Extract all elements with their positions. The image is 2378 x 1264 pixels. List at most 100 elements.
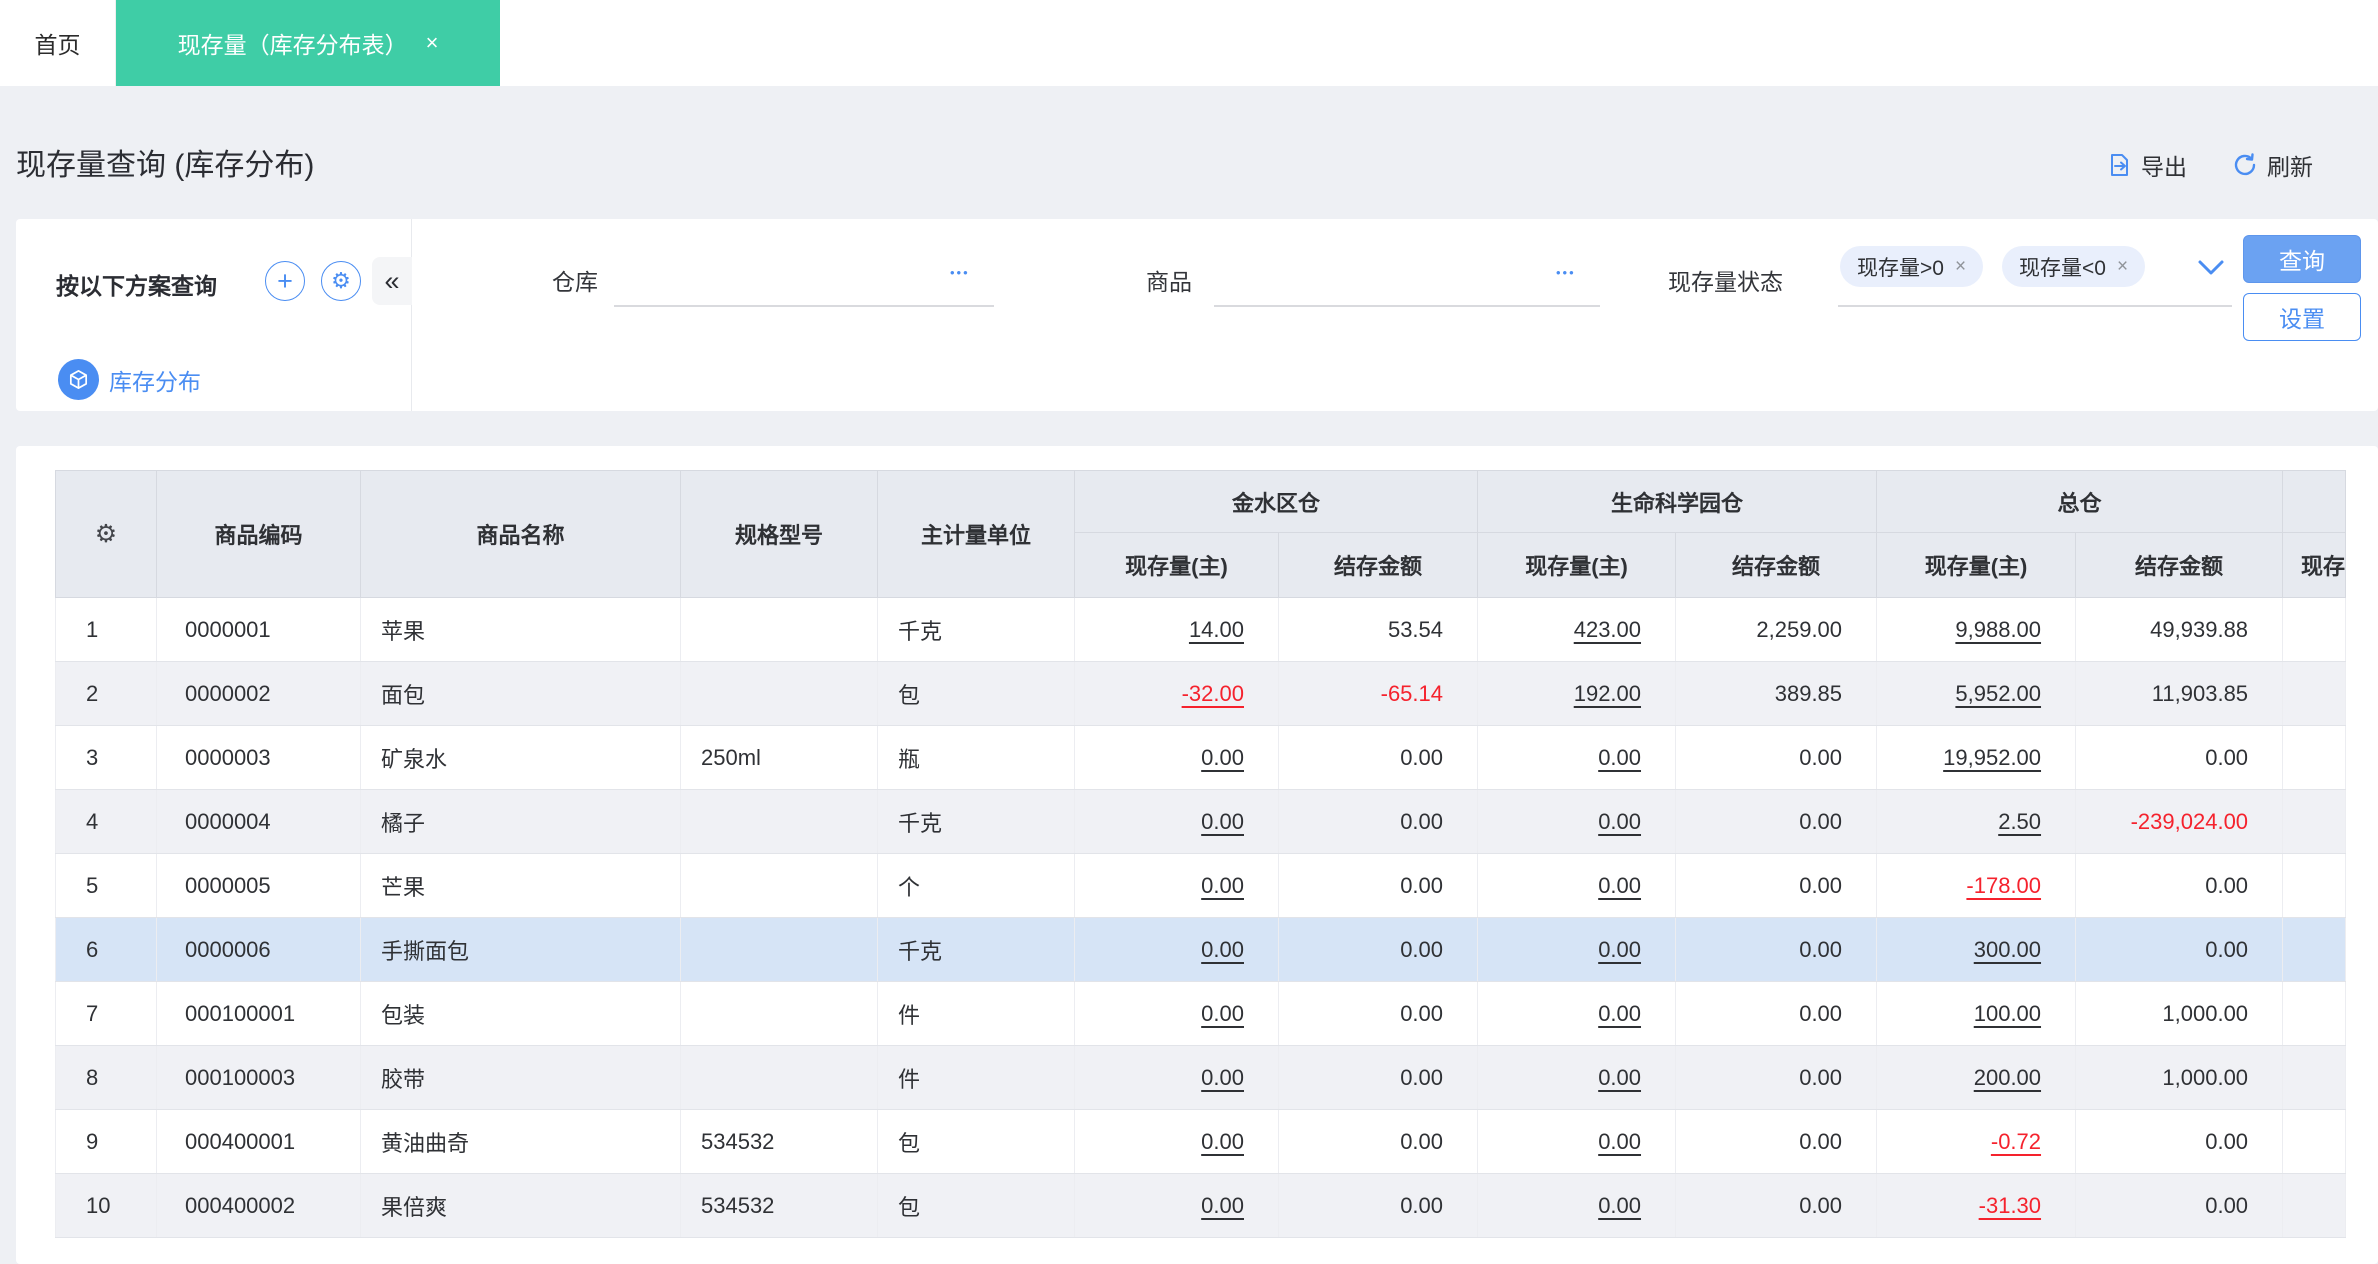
- scheme-item-inventory-distribution[interactable]: 库存分布: [58, 359, 201, 400]
- table-row[interactable]: 1 0000001 苹果 千克 14.00 53.54 423.00 2,259.00 9,98…: [55, 597, 2347, 662]
- stock-status-input[interactable]: [1838, 305, 2232, 307]
- product-picker-dots-icon[interactable]: •••: [1556, 265, 1576, 280]
- sub-header-qty-clipped: 现存量(主): [2282, 532, 2347, 598]
- item-unit-cell: 包: [877, 1109, 1075, 1174]
- sub-header-qty: 现存量(主): [1074, 532, 1279, 598]
- item-name-cell: 矿泉水: [360, 725, 681, 790]
- qty-link[interactable]: 0.00: [1598, 1065, 1641, 1090]
- qty-link[interactable]: 0.00: [1598, 745, 1641, 770]
- qty-link[interactable]: 200.00: [1974, 1065, 2041, 1090]
- item-code-cell: 0000005: [156, 853, 361, 918]
- warehouse-picker-dots-icon[interactable]: •••: [950, 265, 970, 280]
- item-name-cell: 手撕面包: [360, 917, 681, 982]
- table-row[interactable]: 7 000100001 包装 件 0.00 0.00 0.00 0.00 100.00 1,000…: [55, 981, 2347, 1046]
- product-input[interactable]: [1214, 305, 1600, 307]
- qty-link[interactable]: 5,952.00: [1955, 681, 2041, 706]
- amount-cell: 0.00: [1675, 725, 1878, 790]
- qty-link[interactable]: 9,988.00: [1955, 617, 2041, 642]
- qty-link[interactable]: 0.00: [1201, 937, 1244, 962]
- filter-tag-positive[interactable]: 现存量>0 ×: [1840, 246, 1984, 287]
- table-row[interactable]: 2 0000002 面包 包 -32.00 -65.14 192.00 389.85 5,952…: [55, 661, 2347, 726]
- table-body: 1 0000001 苹果 千克 14.00 53.54 423.00 2,259.00 9,98…: [55, 597, 2347, 1238]
- amount-cell: 1,000.00: [2075, 981, 2284, 1046]
- qty-link[interactable]: 300.00: [1974, 937, 2041, 962]
- qty-link[interactable]: 100.00: [1974, 1001, 2041, 1026]
- filter-tag-negative[interactable]: 现存量<0 ×: [2002, 246, 2146, 287]
- qty-link[interactable]: 0.00: [1201, 1001, 1244, 1026]
- qty-link[interactable]: 14.00: [1189, 617, 1244, 642]
- item-code-cell: 000100003: [156, 1045, 361, 1110]
- qty-link[interactable]: 0.00: [1201, 873, 1244, 898]
- qty-link[interactable]: 0.00: [1598, 1001, 1641, 1026]
- table-row[interactable]: 9 000400001 黄油曲奇 534532 包 0.00 0.00 0.00 0.00 -0.…: [55, 1109, 2347, 1174]
- add-scheme-button[interactable]: +: [265, 261, 305, 301]
- qty-link[interactable]: 19,952.00: [1943, 745, 2041, 770]
- row-index: 6: [55, 917, 157, 982]
- qty-link[interactable]: 0.00: [1201, 809, 1244, 834]
- collapse-icon: «: [384, 265, 400, 296]
- collapse-panel-button[interactable]: «: [372, 257, 412, 305]
- close-tab-icon[interactable]: ×: [426, 30, 439, 56]
- export-button[interactable]: 导出: [2106, 148, 2187, 182]
- row-index: 3: [55, 725, 157, 790]
- remove-tag-icon[interactable]: ×: [1955, 256, 1966, 278]
- qty-link[interactable]: 0.00: [1201, 1193, 1244, 1218]
- qty-cell: 100.00: [1876, 981, 2077, 1046]
- query-button[interactable]: 查询: [2243, 235, 2361, 283]
- gear-icon: ⚙: [331, 268, 351, 293]
- sub-header-amount: 结存金额: [1277, 532, 1479, 598]
- chevron-down-icon[interactable]: [2196, 259, 2226, 282]
- scheme-settings-button[interactable]: ⚙: [321, 261, 361, 301]
- item-name-cell: 胶带: [360, 1045, 681, 1110]
- table-row[interactable]: 3 0000003 矿泉水 250ml 瓶 0.00 0.00 0.00 0.00 19,952.…: [55, 725, 2347, 790]
- qty-link[interactable]: 0.00: [1201, 1129, 1244, 1154]
- amount-cell: 0.00: [1278, 853, 1479, 918]
- qty-cell: 0.00: [1074, 1173, 1279, 1238]
- qty-link[interactable]: 0.00: [1598, 1129, 1641, 1154]
- amount-cell: 389.85: [1675, 661, 1878, 726]
- amount-cell: 1,000.00: [2075, 1045, 2284, 1110]
- table-row[interactable]: 10 000400002 果倍爽 534532 包 0.00 0.00 0.00 0.00 -31…: [55, 1173, 2347, 1238]
- refresh-label: 刷新: [2267, 154, 2313, 180]
- table-row[interactable]: 8 000100003 胶带 件 0.00 0.00 0.00 0.00 200.00 1,000…: [55, 1045, 2347, 1110]
- amount-cell: 0.00: [2075, 1173, 2284, 1238]
- col-header-name: 商品名称: [360, 470, 681, 598]
- clipped-cell: [2282, 981, 2347, 1046]
- remove-tag-icon[interactable]: ×: [2117, 256, 2128, 278]
- qty-link[interactable]: 0.00: [1598, 1193, 1641, 1218]
- item-spec-cell: [680, 661, 878, 726]
- amount-cell: 11,903.85: [2075, 661, 2284, 726]
- refresh-button[interactable]: 刷新: [2232, 148, 2313, 182]
- tab-inventory-distribution[interactable]: 现存量（库存分布表） ×: [116, 0, 500, 86]
- item-unit-cell: 件: [877, 981, 1075, 1046]
- export-label: 导出: [2141, 154, 2187, 180]
- item-unit-cell: 包: [877, 1173, 1075, 1238]
- item-name-cell: 芒果: [360, 853, 681, 918]
- qty-link[interactable]: -178.00: [1966, 873, 2041, 898]
- qty-link[interactable]: 192.00: [1574, 681, 1641, 706]
- warehouse-input[interactable]: [614, 305, 994, 307]
- qty-link[interactable]: -31.30: [1979, 1193, 2041, 1218]
- qty-link[interactable]: 0.00: [1598, 809, 1641, 834]
- item-spec-cell: [680, 789, 878, 854]
- settings-button[interactable]: 设置: [2243, 293, 2361, 341]
- table-row[interactable]: 5 0000005 芒果 个 0.00 0.00 0.00 0.00 -178.00 0.00: [55, 853, 2347, 918]
- qty-link[interactable]: -0.72: [1991, 1129, 2041, 1154]
- qty-link[interactable]: 0.00: [1598, 873, 1641, 898]
- qty-cell: 200.00: [1876, 1045, 2077, 1110]
- item-spec-cell: [680, 1045, 878, 1110]
- table-row[interactable]: 6 0000006 手撕面包 千克 0.00 0.00 0.00 0.00 300.00 0.00: [55, 917, 2347, 982]
- qty-link[interactable]: 0.00: [1201, 1065, 1244, 1090]
- qty-link[interactable]: 0.00: [1598, 937, 1641, 962]
- column-settings-gear-icon[interactable]: ⚙: [55, 470, 157, 598]
- table-row[interactable]: 4 0000004 橘子 千克 0.00 0.00 0.00 0.00 2.50 -239,024…: [55, 789, 2347, 854]
- amount-cell: 0.00: [1278, 917, 1479, 982]
- item-spec-cell: 250ml: [680, 725, 878, 790]
- qty-link[interactable]: -32.00: [1182, 681, 1244, 706]
- export-icon: [2106, 152, 2132, 178]
- tab-home[interactable]: 首页: [0, 0, 116, 86]
- qty-link[interactable]: 423.00: [1574, 617, 1641, 642]
- item-spec-cell: [680, 853, 878, 918]
- qty-link[interactable]: 0.00: [1201, 745, 1244, 770]
- qty-link[interactable]: 2.50: [1998, 809, 2041, 834]
